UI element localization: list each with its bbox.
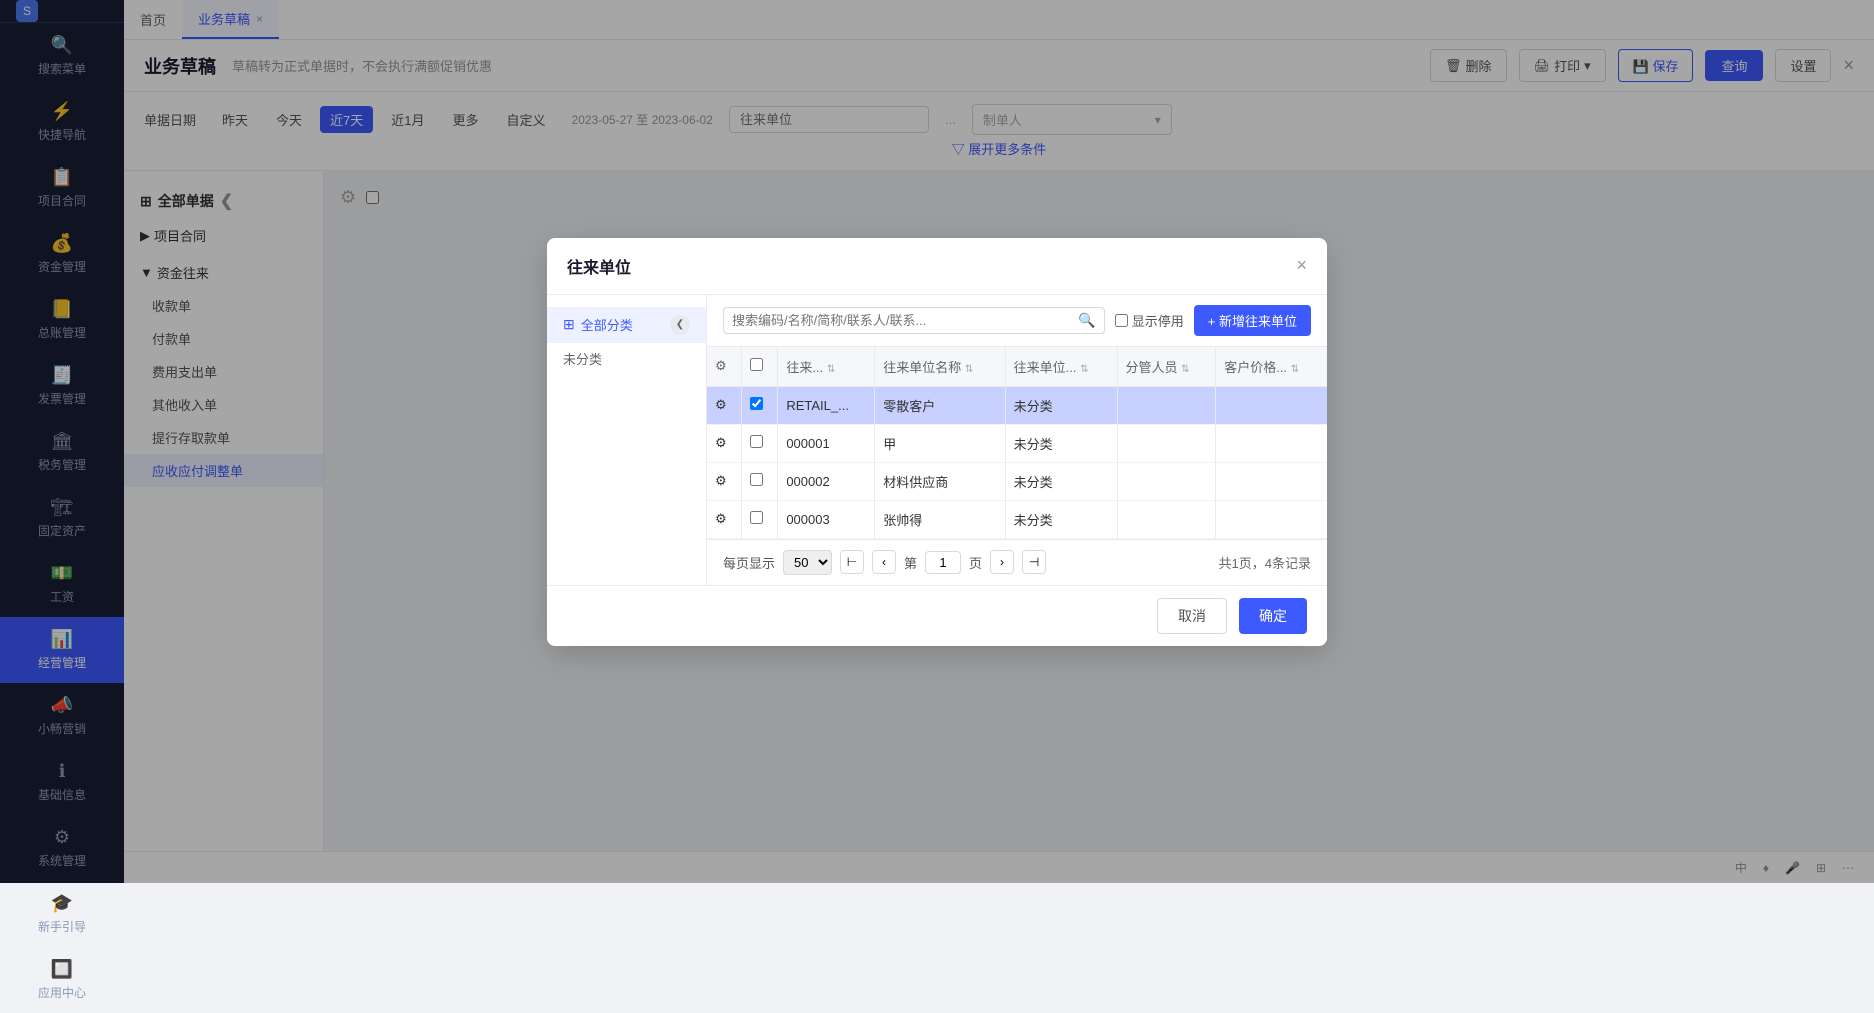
sort-icon-code: ⇅ [827, 364, 835, 375]
page-label-before: 第 [904, 553, 917, 572]
cancel-button[interactable]: 取消 [1157, 598, 1227, 634]
modal-toolbar: 🔍 显示停用 + 新增往来单位 [707, 295, 1327, 347]
add-partner-button[interactable]: + 新增往来单位 [1194, 305, 1311, 336]
row-sales-person [1117, 386, 1216, 424]
row-price-level [1216, 462, 1327, 500]
modal-left-collapse-btn[interactable]: ❮ [670, 315, 690, 335]
row-name: 张帅得 [875, 500, 1005, 538]
modal-overlay: 往来单位 × ⊞ 全部分类 ❮ 未分类 🔍 [0, 0, 1874, 883]
row-checkbox[interactable] [741, 462, 778, 500]
category-all[interactable]: ⊞ 全部分类 ❮ [547, 307, 706, 343]
app-center-icon: 🔲 [51, 959, 73, 980]
th-code: 往来... ⇅ [778, 347, 875, 387]
sort-icon-sales: ⇅ [1181, 364, 1189, 375]
sort-icon-name: ⇅ [965, 364, 973, 375]
table-header-row: ⚙ 往来... ⇅ 往来单位名称 ⇅ [707, 347, 1327, 387]
th-settings[interactable]: ⚙ [707, 347, 741, 387]
first-page-btn[interactable]: ⊢ [840, 550, 864, 574]
row-sales-person [1117, 500, 1216, 538]
row-category: 未分类 [1005, 386, 1117, 424]
category-grid-icon: ⊞ [563, 316, 575, 333]
partner-table: ⚙ 往来... ⇅ 往来单位名称 ⇅ [707, 347, 1327, 539]
sort-icon-category: ⇅ [1080, 364, 1088, 375]
row-price-level [1216, 386, 1327, 424]
modal-right: 🔍 显示停用 + 新增往来单位 ⚙ [707, 295, 1327, 585]
th-name: 往来单位名称 ⇅ [875, 347, 1005, 387]
modal-body: ⊞ 全部分类 ❮ 未分类 🔍 显示停用 [547, 295, 1327, 585]
modal-categories: ⊞ 全部分类 ❮ 未分类 [547, 295, 707, 585]
row-code: 000003 [778, 500, 875, 538]
row-price-level [1216, 424, 1327, 462]
table-row[interactable]: ⚙ 000003 张帅得 未分类 [707, 500, 1327, 538]
partner-modal: 往来单位 × ⊞ 全部分类 ❮ 未分类 🔍 [547, 238, 1327, 646]
table-row[interactable]: ⚙ 000001 甲 未分类 [707, 424, 1327, 462]
row-checkbox[interactable] [741, 386, 778, 424]
row-name: 零散客户 [875, 386, 1005, 424]
row-checkbox[interactable] [741, 500, 778, 538]
uncategorized-label: 未分类 [547, 343, 706, 374]
page-number-input[interactable] [925, 551, 961, 574]
page-label-after: 页 [969, 553, 982, 572]
row-1-checkbox[interactable] [750, 397, 763, 410]
table-select-all[interactable] [750, 358, 763, 371]
confirm-button[interactable]: 确定 [1239, 598, 1307, 634]
page-size-label: 每页显示 [723, 553, 775, 572]
prev-page-btn[interactable]: ‹ [872, 550, 896, 574]
th-price-level: 客户价格... ⇅ [1216, 347, 1327, 387]
next-page-btn[interactable]: › [990, 550, 1014, 574]
category-all-label: 全部分类 [581, 315, 633, 334]
row-code: 000001 [778, 424, 875, 462]
sidebar-item-label: 新手引导 [38, 918, 86, 935]
row-settings[interactable]: ⚙ [707, 386, 741, 424]
row-name: 材料供应商 [875, 462, 1005, 500]
modal-close-icon[interactable]: × [1296, 255, 1307, 276]
partner-search-input[interactable] [732, 313, 1072, 328]
row-category: 未分类 [1005, 424, 1117, 462]
row-2-checkbox[interactable] [750, 435, 763, 448]
modal-title: 往来单位 [567, 254, 631, 278]
row-code: 000002 [778, 462, 875, 500]
table-row[interactable]: ⚙ 000002 材料供应商 未分类 [707, 462, 1327, 500]
sort-icon-price: ⇅ [1291, 364, 1299, 375]
sidebar-item-new-user[interactable]: 🎓 新手引导 [0, 881, 124, 947]
total-info: 共1页，4条记录 [1219, 553, 1311, 572]
modal-actions: 取消 确定 [547, 585, 1327, 646]
th-sales-person: 分管人员 ⇅ [1117, 347, 1216, 387]
row-settings[interactable]: ⚙ [707, 462, 741, 500]
sidebar-item-label: 应用中心 [38, 984, 86, 1001]
row-category: 未分类 [1005, 462, 1117, 500]
sidebar-item-app-center[interactable]: 🔲 应用中心 [0, 947, 124, 1013]
th-checkbox [741, 347, 778, 387]
show-disabled-checkbox-group: 显示停用 [1115, 311, 1184, 330]
show-disabled-label: 显示停用 [1132, 311, 1184, 330]
partner-search-box[interactable]: 🔍 [723, 307, 1105, 334]
row-name: 甲 [875, 424, 1005, 462]
modal-table: ⚙ 往来... ⇅ 往来单位名称 ⇅ [707, 347, 1327, 539]
row-settings[interactable]: ⚙ [707, 424, 741, 462]
modal-header: 往来单位 × [547, 238, 1327, 295]
page-size-select[interactable]: 50 [783, 550, 832, 575]
show-disabled-checkbox[interactable] [1115, 314, 1128, 327]
row-code: RETAIL_... [778, 386, 875, 424]
row-price-level [1216, 500, 1327, 538]
table-row[interactable]: ⚙ RETAIL_... 零散客户 未分类 [707, 386, 1327, 424]
new-user-icon: 🎓 [51, 893, 73, 914]
row-checkbox[interactable] [741, 424, 778, 462]
row-sales-person [1117, 424, 1216, 462]
row-category: 未分类 [1005, 500, 1117, 538]
row-3-checkbox[interactable] [750, 473, 763, 486]
modal-pagination: 每页显示 50 ⊢ ‹ 第 页 › ⊣ 共1页，4条记录 [707, 539, 1327, 585]
row-settings[interactable]: ⚙ [707, 500, 741, 538]
search-icon: 🔍 [1078, 312, 1095, 329]
last-page-btn[interactable]: ⊣ [1022, 550, 1046, 574]
row-4-checkbox[interactable] [750, 511, 763, 524]
th-category: 往来单位... ⇅ [1005, 347, 1117, 387]
row-sales-person [1117, 462, 1216, 500]
